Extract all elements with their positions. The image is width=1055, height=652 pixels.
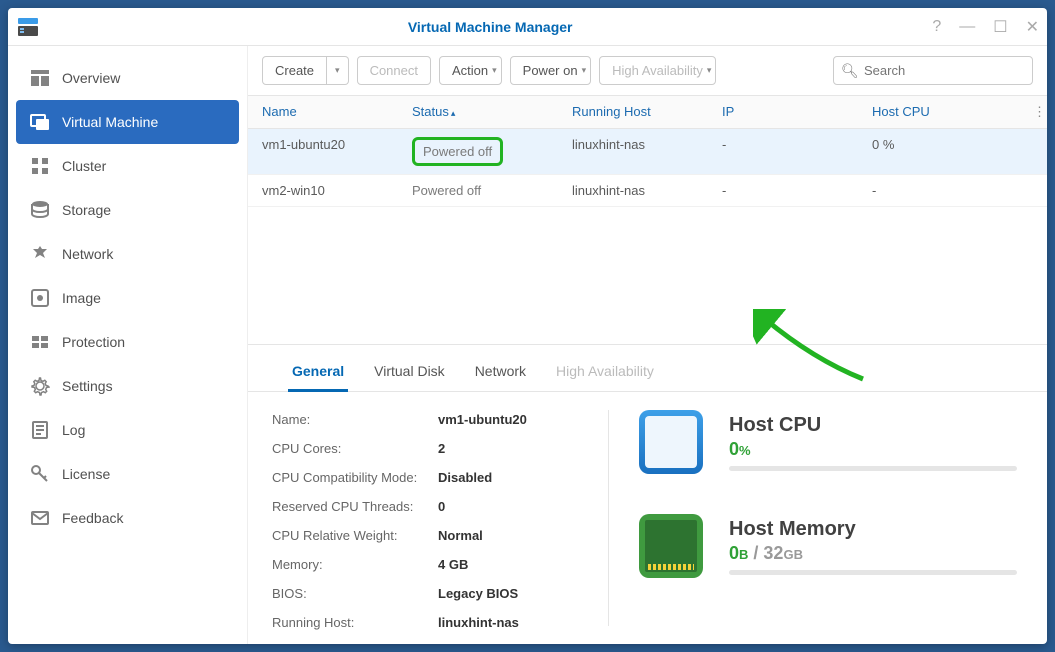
ha-button[interactable]: High Availability▾ xyxy=(599,56,716,85)
search-input[interactable] xyxy=(833,56,1033,85)
table-header: Name Status▴ Running Host IP Host CPU ⋮ xyxy=(248,95,1047,129)
key-icon xyxy=(30,464,50,484)
sidebar-item-image[interactable]: Image xyxy=(16,276,239,320)
network-icon xyxy=(30,244,50,264)
connect-button[interactable]: Connect xyxy=(357,56,431,85)
sidebar-item-label: Cluster xyxy=(62,158,106,174)
tab-general[interactable]: General xyxy=(288,355,348,392)
tab-network[interactable]: Network xyxy=(471,355,530,391)
sidebar-item-label: Image xyxy=(62,290,101,306)
sidebar-item-feedback[interactable]: Feedback xyxy=(16,496,239,540)
host-cpu-stat: Host CPU 0% xyxy=(639,410,1017,474)
close-icon[interactable]: ✕ xyxy=(1026,17,1039,37)
caret-down-icon: ▾ xyxy=(707,65,712,76)
toolbar: Create ▾ Connect Action▾ Power on▾ High … xyxy=(248,46,1047,95)
sort-asc-icon: ▴ xyxy=(451,108,456,118)
caret-down-icon: ▾ xyxy=(335,65,340,76)
vm-icon xyxy=(30,112,50,132)
window-title: Virtual Machine Manager xyxy=(48,19,932,35)
image-icon xyxy=(30,288,50,308)
table-row[interactable]: vm2-win10 Powered off linuxhint-nas - - xyxy=(248,175,1047,207)
create-dropdown[interactable]: ▾ xyxy=(327,56,349,85)
sidebar-item-label: Log xyxy=(62,422,85,438)
titlebar: Virtual Machine Manager ? — ☐ ✕ xyxy=(8,8,1047,46)
sidebar-item-protection[interactable]: Protection xyxy=(16,320,239,364)
sidebar-item-label: Virtual Machine xyxy=(62,114,158,130)
cpu-icon xyxy=(639,410,703,474)
sidebar-item-label: Feedback xyxy=(62,510,123,526)
sidebar-item-storage[interactable]: Storage xyxy=(16,188,239,232)
sidebar-item-license[interactable]: License xyxy=(16,452,239,496)
sidebar: Overview Virtual Machine Cluster Storage… xyxy=(8,46,248,644)
detail-tabs: General Virtual Disk Network High Availa… xyxy=(248,345,1047,392)
sidebar-item-label: Storage xyxy=(62,202,111,218)
col-host[interactable]: Running Host xyxy=(558,104,708,120)
host-memory-stat: Host Memory 0B / 32GB xyxy=(639,514,1017,578)
col-cpu[interactable]: Host CPU xyxy=(858,104,1019,120)
storage-icon xyxy=(30,200,50,220)
memory-icon xyxy=(639,514,703,578)
sidebar-item-label: Overview xyxy=(62,70,120,86)
tab-ha[interactable]: High Availability xyxy=(552,355,658,391)
sidebar-item-label: Protection xyxy=(62,334,125,350)
sidebar-item-network[interactable]: Network xyxy=(16,232,239,276)
sidebar-item-log[interactable]: Log xyxy=(16,408,239,452)
caret-down-icon: ▾ xyxy=(492,65,497,76)
app-icon xyxy=(16,15,40,39)
action-button[interactable]: Action▾ xyxy=(439,56,502,85)
maximize-icon[interactable]: ☐ xyxy=(993,17,1007,37)
caret-down-icon: ▾ xyxy=(582,65,587,76)
col-more-icon[interactable]: ⋮ xyxy=(1019,104,1047,120)
overview-icon xyxy=(30,68,50,88)
cluster-icon xyxy=(30,156,50,176)
sidebar-item-label: License xyxy=(62,466,110,482)
memory-bar xyxy=(729,570,1017,575)
sidebar-item-cluster[interactable]: Cluster xyxy=(16,144,239,188)
sidebar-item-overview[interactable]: Overview xyxy=(16,56,239,100)
sidebar-item-label: Network xyxy=(62,246,113,262)
sidebar-item-settings[interactable]: Settings xyxy=(16,364,239,408)
tab-virtual-disk[interactable]: Virtual Disk xyxy=(370,355,449,391)
minimize-icon[interactable]: — xyxy=(959,18,975,36)
gear-icon xyxy=(30,376,50,396)
col-ip[interactable]: IP xyxy=(708,104,858,120)
col-status[interactable]: Status▴ xyxy=(398,104,558,120)
properties-list: Name:vm1-ubuntu20 CPU Cores:2 CPU Compat… xyxy=(248,392,608,644)
sidebar-item-virtual-machine[interactable]: Virtual Machine xyxy=(16,100,239,144)
cpu-bar xyxy=(729,466,1017,471)
col-name[interactable]: Name xyxy=(248,104,398,120)
log-icon xyxy=(30,420,50,440)
power-button[interactable]: Power on▾ xyxy=(510,56,591,85)
protection-icon xyxy=(30,332,50,352)
sidebar-item-label: Settings xyxy=(62,378,113,394)
table-row[interactable]: vm1-ubuntu20 Powered off linuxhint-nas -… xyxy=(248,129,1047,175)
details-panel: General Virtual Disk Network High Availa… xyxy=(248,344,1047,644)
search-icon: 🔍︎ xyxy=(841,62,859,79)
help-icon[interactable]: ? xyxy=(932,18,941,36)
status-highlight: Powered off xyxy=(412,137,503,166)
envelope-icon xyxy=(30,508,50,528)
create-button[interactable]: Create xyxy=(262,56,327,85)
app-window: Virtual Machine Manager ? — ☐ ✕ Overview… xyxy=(8,8,1047,644)
